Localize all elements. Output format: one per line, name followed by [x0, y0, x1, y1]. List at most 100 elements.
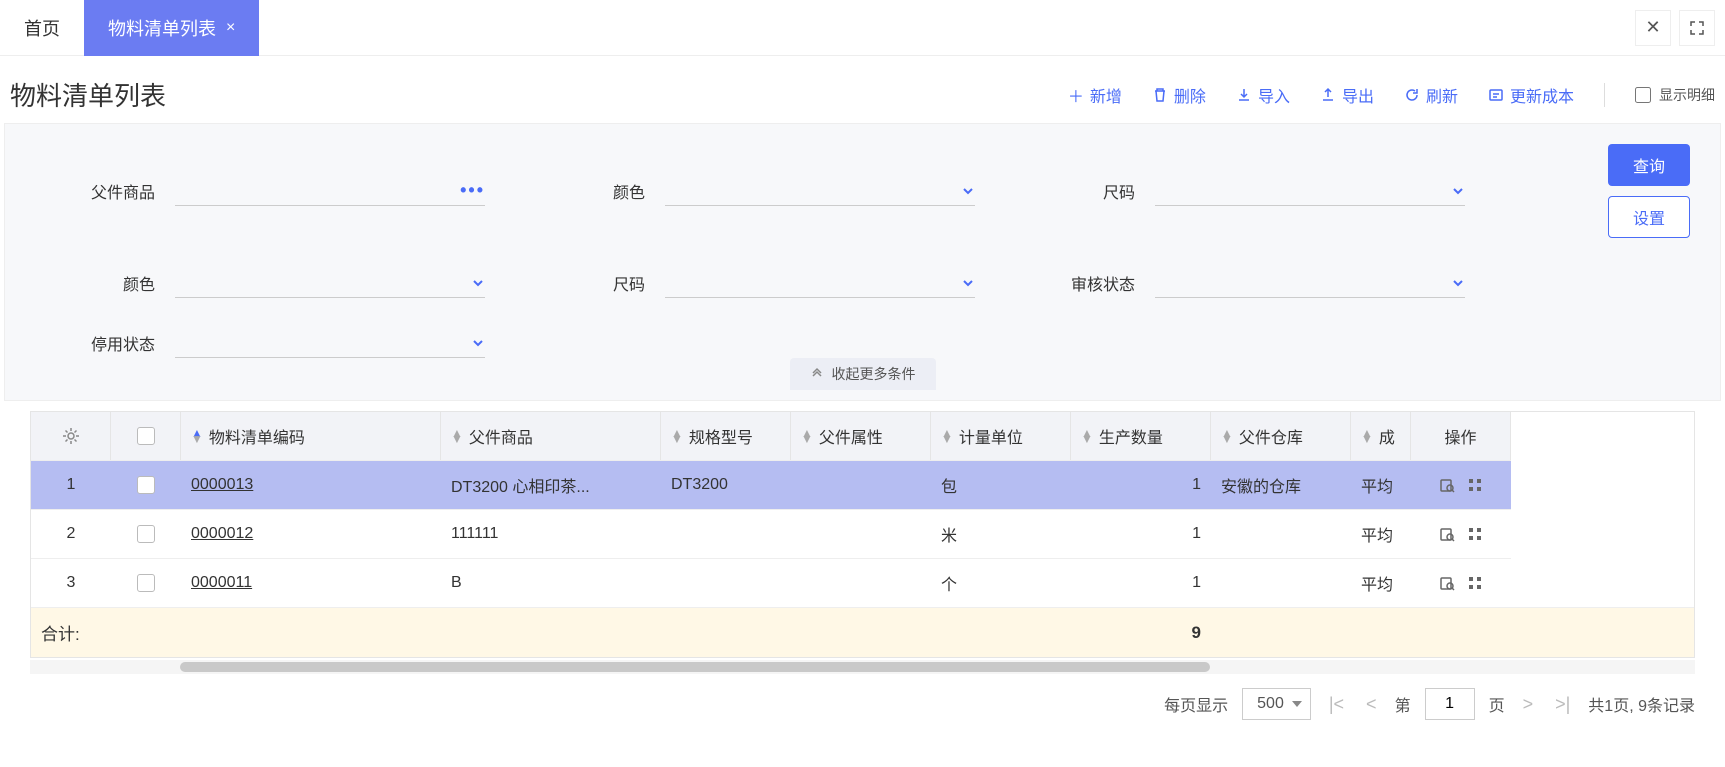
per-page-label: 每页显示	[1164, 692, 1228, 716]
table-row[interactable]: 20000012111111米1平均	[31, 509, 1694, 558]
last-page-icon[interactable]: >|	[1551, 694, 1574, 715]
first-page-icon[interactable]: |<	[1325, 694, 1348, 715]
query-button[interactable]: 查询	[1608, 144, 1690, 186]
filter-label: 颜色	[35, 271, 175, 295]
parent-product-input[interactable]: •••	[175, 176, 485, 206]
th-qty[interactable]: ▲▼ 生产数量	[1071, 412, 1211, 460]
export-button[interactable]: 导出	[1320, 83, 1374, 107]
th-spec[interactable]: ▲▼规格型号	[661, 412, 791, 460]
td-spec	[661, 558, 791, 607]
sort-icon[interactable]: ▲▼	[1361, 430, 1373, 442]
sort-icon[interactable]: ▲▼	[941, 430, 953, 442]
sort-icon[interactable]: ▲▼	[801, 430, 813, 442]
th-label: 计量单位	[959, 424, 1023, 448]
import-button[interactable]: 导入	[1236, 83, 1290, 107]
fullscreen-icon[interactable]	[1679, 10, 1715, 46]
td-warehouse	[1211, 558, 1351, 607]
refresh-button[interactable]: 刷新	[1404, 83, 1458, 107]
tab-home[interactable]: 首页	[0, 0, 84, 56]
show-detail-checkbox[interactable]: 显示明细	[1635, 85, 1715, 105]
checkbox-all[interactable]	[137, 427, 155, 445]
per-page-select[interactable]: 500	[1242, 688, 1311, 720]
table-row[interactable]: 10000013DT3200 心相印茶...DT3200包1安徽的仓库平均	[31, 460, 1694, 509]
sum-cell	[931, 608, 1071, 657]
td-checkbox[interactable]	[111, 460, 181, 509]
row-checkbox[interactable]	[137, 476, 155, 494]
show-detail-input[interactable]	[1635, 87, 1651, 103]
chevron-down-icon[interactable]	[471, 276, 485, 290]
row-checkbox[interactable]	[137, 525, 155, 543]
stop-status-select[interactable]	[175, 328, 485, 358]
td-code: 0000011	[181, 558, 441, 607]
view-icon[interactable]	[1439, 575, 1455, 591]
audit-status-select[interactable]	[1155, 268, 1465, 298]
size-select[interactable]	[1155, 176, 1465, 206]
close-icon[interactable]: ×	[226, 19, 235, 37]
delete-button[interactable]: 删除	[1152, 83, 1206, 107]
filter-label: 停用状态	[35, 331, 175, 355]
add-label: 新增	[1090, 83, 1122, 107]
color2-select[interactable]	[175, 268, 485, 298]
next-page-icon[interactable]: >	[1519, 694, 1538, 715]
page-input[interactable]	[1425, 688, 1475, 720]
th-gear[interactable]	[31, 412, 111, 460]
code-link[interactable]: 0000013	[191, 476, 253, 494]
th-label: 生产数量	[1099, 424, 1163, 448]
th-cost[interactable]: ▲▼成	[1351, 412, 1411, 460]
close-all-icon[interactable]: ✕	[1635, 10, 1671, 46]
sort-icon[interactable]: ▲▼	[451, 430, 463, 442]
td-checkbox[interactable]	[111, 558, 181, 607]
chevron-down-icon[interactable]	[961, 276, 975, 290]
sort-icon[interactable]: ▲▼	[191, 430, 203, 442]
th-checkbox[interactable]	[111, 412, 181, 460]
th-label: 父件属性	[819, 424, 883, 448]
settings-button[interactable]: 设置	[1608, 196, 1690, 238]
td-warehouse	[1211, 509, 1351, 558]
tab-bom-list[interactable]: 物料清单列表 ×	[84, 0, 259, 56]
filter-row-3: 停用状态	[35, 328, 1690, 358]
view-icon[interactable]	[1439, 526, 1455, 542]
chevron-down-icon[interactable]	[961, 184, 975, 198]
sort-icon[interactable]: ▲▼	[671, 430, 683, 442]
pager: 每页显示 500 |< < 第 页 > >| 共1页, 9条记录	[0, 674, 1725, 734]
color-select[interactable]	[665, 176, 975, 206]
add-button[interactable]: ＋新增	[1068, 83, 1122, 107]
export-icon	[1320, 87, 1336, 103]
chevron-down-icon[interactable]	[1451, 276, 1465, 290]
th-code[interactable]: ▲▼物料清单编码	[181, 412, 441, 460]
th-warehouse[interactable]: ▲▼父件仓库	[1211, 412, 1351, 460]
sort-icon[interactable]: ▲▼	[1081, 430, 1093, 442]
table-row[interactable]: 30000011B个1平均	[31, 558, 1694, 607]
sum-cell	[181, 608, 441, 657]
row-checkbox[interactable]	[137, 574, 155, 592]
update-cost-button[interactable]: 更新成本	[1488, 83, 1574, 107]
td-parent: B	[441, 558, 661, 607]
sort-icon[interactable]: ▲▼	[1221, 430, 1233, 442]
view-icon[interactable]	[1439, 477, 1455, 493]
th-unit[interactable]: ▲▼ 计量单位	[931, 412, 1071, 460]
td-checkbox[interactable]	[111, 509, 181, 558]
collapse-button[interactable]: 收起更多条件	[790, 358, 936, 390]
th-attr[interactable]: ▲▼ 父件属性	[791, 412, 931, 460]
code-link[interactable]: 0000011	[191, 574, 252, 592]
prev-page-icon[interactable]: <	[1362, 694, 1381, 715]
filter-stop-status: 停用状态	[35, 328, 485, 358]
chevron-down-icon[interactable]	[471, 336, 485, 350]
td-action	[1411, 509, 1511, 558]
chevron-down-icon[interactable]	[1451, 184, 1465, 198]
td-spec: DT3200	[661, 460, 791, 509]
horizontal-scrollbar[interactable]	[30, 660, 1695, 674]
code-link[interactable]: 0000012	[191, 525, 253, 543]
th-parent[interactable]: ▲▼父件商品	[441, 412, 661, 460]
more-icon[interactable]	[1467, 477, 1483, 493]
td-qty: 1	[1071, 460, 1211, 509]
size2-select[interactable]	[665, 268, 975, 298]
more-icon[interactable]	[1467, 575, 1483, 591]
page-title: 物料清单列表	[10, 76, 166, 113]
td-attr	[791, 460, 931, 509]
gear-icon[interactable]	[62, 427, 80, 445]
more-icon[interactable]	[1467, 526, 1483, 542]
ellipsis-icon[interactable]: •••	[460, 180, 485, 201]
header: 物料清单列表 ＋新增 删除 导入 导出 刷新 更新成本 显示明细	[0, 56, 1725, 123]
scrollbar-thumb[interactable]	[180, 662, 1210, 672]
